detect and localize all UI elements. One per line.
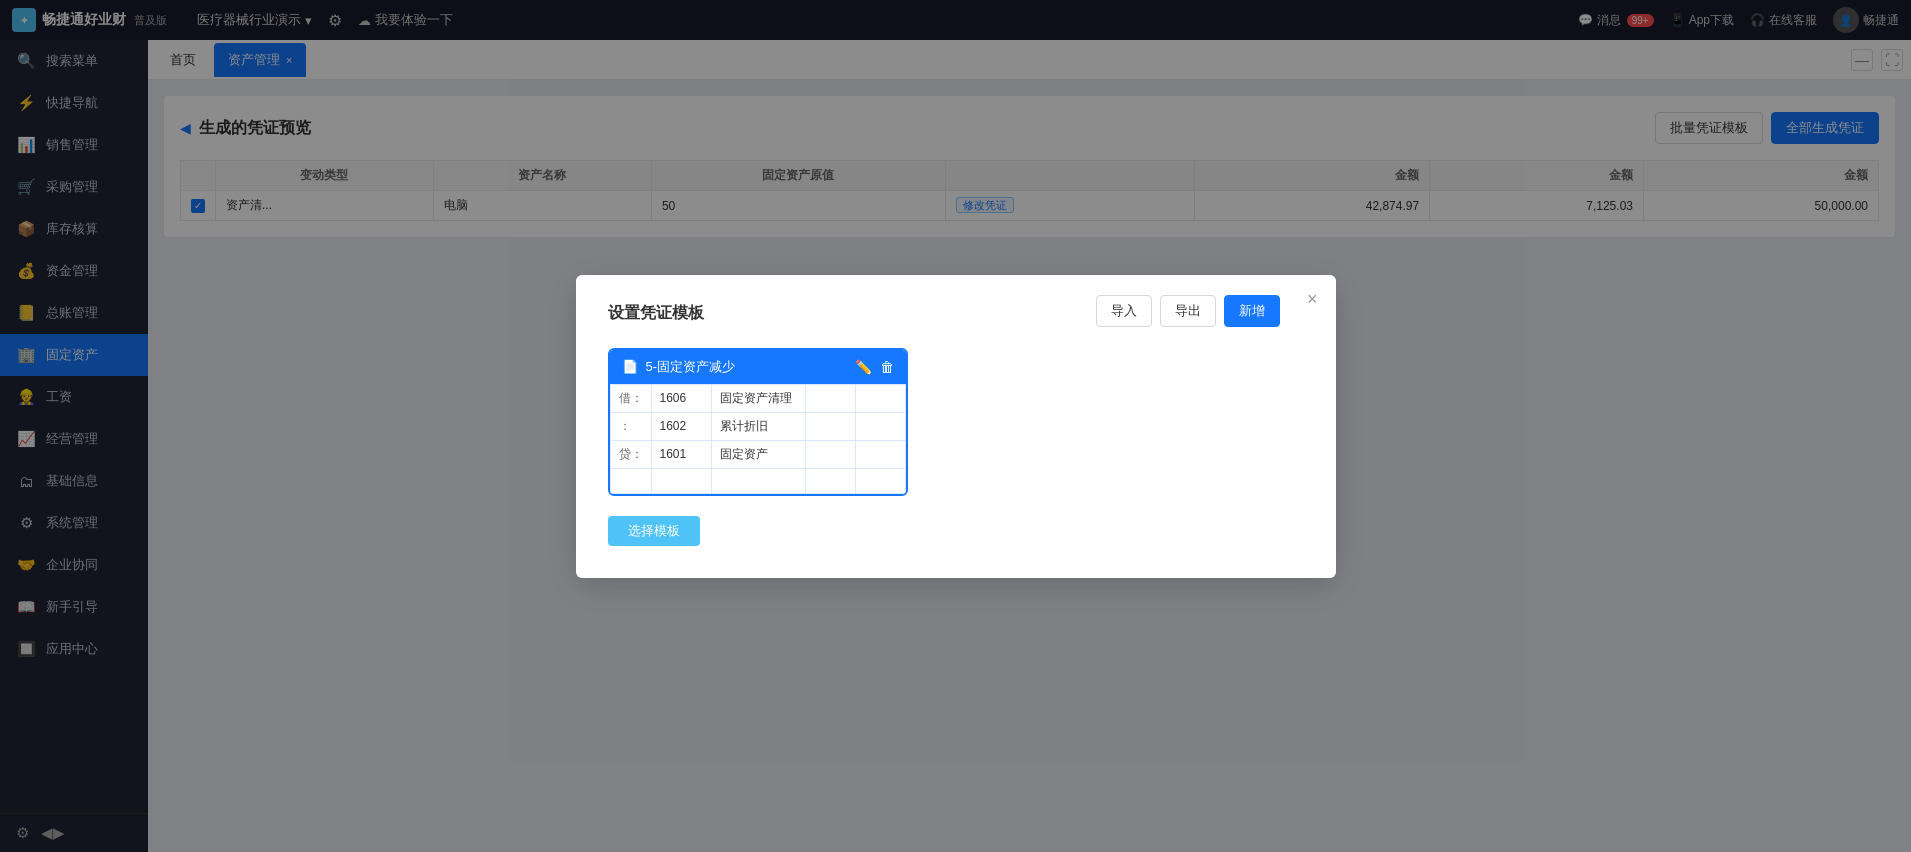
entry-type: ：	[610, 412, 651, 440]
template-doc-icon: 📄	[622, 359, 638, 374]
entry-name: 固定资产清理	[711, 384, 805, 412]
entry-debit	[805, 384, 855, 412]
entry-code: 1602	[651, 412, 711, 440]
template-entry-row: 贷： 1601 固定资产	[610, 440, 905, 468]
template-card-header: 📄 5-固定资产减少 ✏️ 🗑	[610, 350, 906, 384]
entry-name: 累计折旧	[711, 412, 805, 440]
entry-name: 固定资产	[711, 440, 805, 468]
template-id-name: 5-固定资产减少	[646, 358, 736, 376]
entry-debit	[805, 412, 855, 440]
entry-type: 借：	[610, 384, 651, 412]
entry-code: 1601	[651, 440, 711, 468]
template-entry-row: 借： 1606 固定资产清理	[610, 384, 905, 412]
entry-credit	[855, 384, 905, 412]
modal-body: 📄 5-固定资产减少 ✏️ 🗑 借： 1606 固定资产清理 ： 1602 累计…	[608, 348, 1304, 546]
template-entry-empty-row	[610, 468, 905, 493]
template-card-title: 📄 5-固定资产减少	[622, 358, 736, 376]
entry-code: 1606	[651, 384, 711, 412]
modal-action-buttons: 导入 导出 新增	[1096, 295, 1280, 327]
template-edit-icon[interactable]: ✏️	[855, 359, 872, 375]
template-entry-row: ： 1602 累计折旧	[610, 412, 905, 440]
entry-type: 贷：	[610, 440, 651, 468]
template-delete-icon[interactable]: 🗑	[880, 359, 894, 375]
entry-credit	[855, 412, 905, 440]
template-card: 📄 5-固定资产减少 ✏️ 🗑 借： 1606 固定资产清理 ： 1602 累计…	[608, 348, 908, 496]
new-button[interactable]: 新增	[1224, 295, 1280, 327]
select-template-button[interactable]: 选择模板	[608, 516, 700, 546]
import-button[interactable]: 导入	[1096, 295, 1152, 327]
template-entries-table: 借： 1606 固定资产清理 ： 1602 累计折旧 贷： 1601 固定资产	[610, 384, 906, 494]
modal-overlay[interactable]: 设置凭证模板 × 导入 导出 新增 📄 5-固定资产减少 ✏️ 🗑	[0, 0, 1911, 852]
export-button[interactable]: 导出	[1160, 295, 1216, 327]
template-card-icons: ✏️ 🗑	[855, 359, 894, 375]
entry-credit	[855, 440, 905, 468]
entry-debit	[805, 440, 855, 468]
modal-dialog: 设置凭证模板 × 导入 导出 新增 📄 5-固定资产减少 ✏️ 🗑	[576, 275, 1336, 578]
modal-close-button[interactable]: ×	[1307, 289, 1318, 310]
